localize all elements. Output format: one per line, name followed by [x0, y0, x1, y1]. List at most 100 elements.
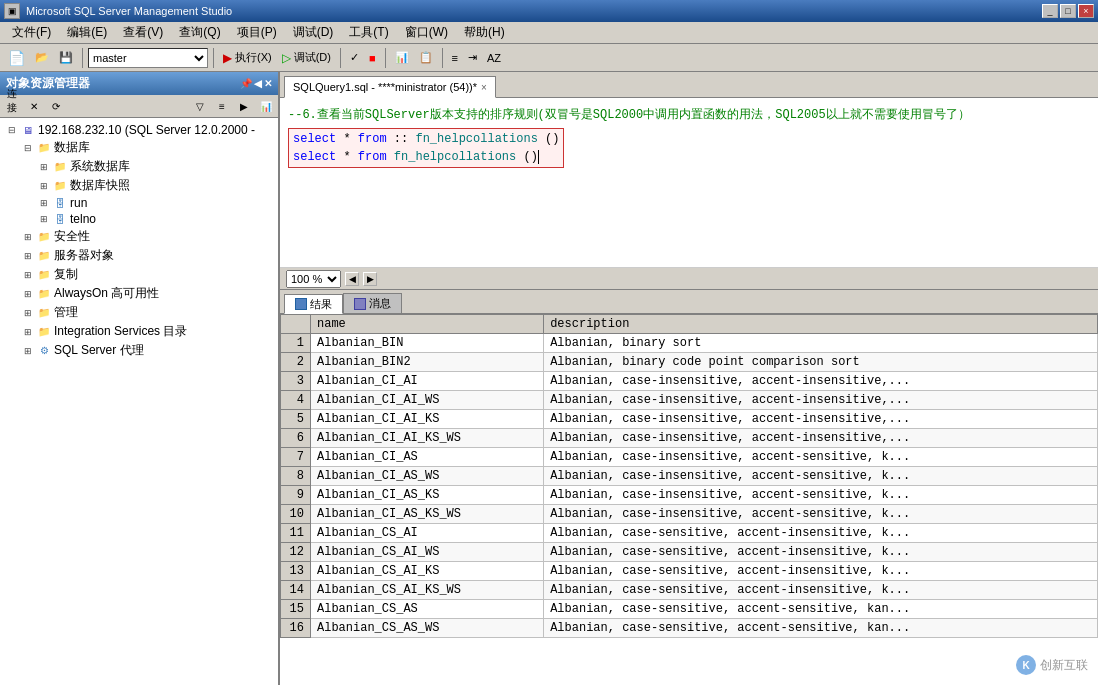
- agent-icon: ⚙: [36, 344, 52, 358]
- menu-file[interactable]: 文件(F): [4, 22, 59, 43]
- indent-btn[interactable]: ⇥: [464, 47, 481, 69]
- tree-alwayson-node[interactable]: ⊞ 📁 AlwaysOn 高可用性: [0, 284, 278, 303]
- start-powershell-btn[interactable]: ▶: [234, 97, 254, 115]
- connect-btn[interactable]: 连接▼: [2, 97, 22, 115]
- tree-replication-node[interactable]: ⊞ 📁 复制: [0, 265, 278, 284]
- results-tab-msg[interactable]: 消息: [343, 293, 402, 313]
- row-description: Albanian, binary sort: [544, 334, 1098, 353]
- main-layout: 对象资源管理器 📌 ◀ ✕ 连接▼ ✕ ⟳ ▽ ≡ ▶ 📊 ⊟ 🖥 192.16…: [0, 72, 1098, 685]
- results-btn[interactable]: 📋: [415, 47, 437, 69]
- row-description: Albanian, case-sensitive, accent-sensiti…: [544, 600, 1098, 619]
- row-name: Albanian_CS_AI_WS: [311, 543, 544, 562]
- zoom-bar: 100 % ◀ ▶: [280, 268, 1098, 290]
- zoom-down-btn[interactable]: ◀: [345, 272, 359, 286]
- zoom-selector[interactable]: 100 %: [286, 270, 341, 288]
- row-num: 16: [281, 619, 311, 638]
- debug-button[interactable]: ▷ 调试(D): [278, 47, 335, 69]
- folder-icon: 📁: [52, 179, 68, 193]
- replication-label: 复制: [54, 266, 78, 283]
- window-controls[interactable]: _ □ ×: [1042, 4, 1094, 18]
- tree-run-node[interactable]: ⊞ 🗄 run: [0, 195, 278, 211]
- row-description: Albanian, case-sensitive, accent-sensiti…: [544, 619, 1098, 638]
- parse-btn[interactable]: ✓: [346, 47, 363, 69]
- cancel-btn[interactable]: ■: [365, 47, 380, 69]
- close-button[interactable]: ×: [1078, 4, 1094, 18]
- row-name: Albanian_CS_AI_KS: [311, 562, 544, 581]
- results-table-container: name description 1Albanian_BINAlbanian, …: [280, 314, 1098, 685]
- debug-label: 调试(D): [294, 50, 331, 65]
- tree-server-objects-node[interactable]: ⊞ 📁 服务器对象: [0, 246, 278, 265]
- app-icon: ▣: [4, 3, 20, 19]
- folder-icon: 📁: [36, 230, 52, 244]
- table-row: 2Albanian_BIN2Albanian, binary code poin…: [281, 353, 1098, 372]
- objects-btn[interactable]: ≡: [212, 97, 232, 115]
- tree-server-node[interactable]: ⊟ 🖥 192.168.232.10 (SQL Server 12.0.2000…: [0, 122, 278, 138]
- tree-management-node[interactable]: ⊞ 📁 管理: [0, 303, 278, 322]
- menu-debug[interactable]: 调试(D): [285, 22, 342, 43]
- query-tab[interactable]: SQLQuery1.sql - ****ministrator (54))* ×: [284, 76, 496, 98]
- open-btn[interactable]: 📂: [31, 47, 53, 69]
- table-row: 10Albanian_CI_AS_KS_WSAlbanian, case-ins…: [281, 505, 1098, 524]
- maximize-button[interactable]: □: [1060, 4, 1076, 18]
- row-num: 14: [281, 581, 311, 600]
- menu-help[interactable]: 帮助(H): [456, 22, 513, 43]
- disconnect-btn[interactable]: ✕: [24, 97, 44, 115]
- menu-view[interactable]: 查看(V): [115, 22, 171, 43]
- alwayson-label: AlwaysOn 高可用性: [54, 285, 159, 302]
- toolbar: 📄 📂 💾 master ▶ 执行(X) ▷ 调试(D) ✓ ■ 📊 📋 ≡ ⇥…: [0, 44, 1098, 72]
- menu-tools[interactable]: 工具(T): [341, 22, 396, 43]
- row-description: Albanian, case-insensitive, accent-sensi…: [544, 505, 1098, 524]
- tree-telno-node[interactable]: ⊞ 🗄 telno: [0, 211, 278, 227]
- menu-edit[interactable]: 编辑(E): [59, 22, 115, 43]
- results-panel: 结果 消息 name description: [280, 290, 1098, 685]
- col-header-description: description: [544, 315, 1098, 334]
- refresh-btn[interactable]: ⟳: [46, 97, 66, 115]
- sep4: [385, 48, 386, 68]
- title-text: Microsoft SQL Server Management Studio: [26, 5, 1036, 17]
- report-btn[interactable]: 📊: [256, 97, 276, 115]
- table-row: 6Albanian_CI_AI_KS_WSAlbanian, case-inse…: [281, 429, 1098, 448]
- query-editor[interactable]: --6.查看当前SQLServer版本支持的排序规则(双冒号是SQL2000中调…: [280, 98, 1098, 268]
- right-panel: SQLQuery1.sql - ****ministrator (54))* ×…: [280, 72, 1098, 685]
- database-selector[interactable]: master: [88, 48, 208, 68]
- row-name: Albanian_CI_AS_KS: [311, 486, 544, 505]
- new-query-btn[interactable]: 📄: [4, 47, 29, 69]
- row-name: Albanian_CS_AI: [311, 524, 544, 543]
- zoom-right-btn[interactable]: ▶: [363, 272, 377, 286]
- menu-window[interactable]: 窗口(W): [397, 22, 456, 43]
- results-tab-label: 结果: [310, 297, 332, 312]
- showplan-btn[interactable]: 📊: [391, 47, 413, 69]
- az-btn[interactable]: AZ: [483, 47, 505, 69]
- format-btn[interactable]: ≡: [448, 47, 462, 69]
- query-tab-bar: SQLQuery1.sql - ****ministrator (54))* ×: [280, 72, 1098, 98]
- query-tab-close[interactable]: ×: [481, 82, 487, 93]
- row-name: Albanian_CI_AI_WS: [311, 391, 544, 410]
- keyword-select2: select: [293, 150, 336, 164]
- row-description: Albanian, case-insensitive, accent-sensi…: [544, 448, 1098, 467]
- expand-icon: ⊞: [36, 214, 52, 224]
- folder-icon: 📁: [36, 141, 52, 155]
- keyword-from2: from: [358, 150, 387, 164]
- minimize-button[interactable]: _: [1042, 4, 1058, 18]
- save-btn[interactable]: 💾: [55, 47, 77, 69]
- menu-query[interactable]: 查询(Q): [171, 22, 228, 43]
- row-name: Albanian_CI_AI_KS_WS: [311, 429, 544, 448]
- panel-pin-btn[interactable]: 📌: [240, 78, 252, 89]
- tree-security-node[interactable]: ⊞ 📁 安全性: [0, 227, 278, 246]
- tree-agent-node[interactable]: ⊞ ⚙ SQL Server 代理: [0, 341, 278, 360]
- tree-databases-node[interactable]: ⊟ 📁 数据库: [0, 138, 278, 157]
- menu-bar: 文件(F) 编辑(E) 查看(V) 查询(Q) 项目(P) 调试(D) 工具(T…: [0, 22, 1098, 44]
- row-num: 10: [281, 505, 311, 524]
- panel-auto-hide-btn[interactable]: ◀: [254, 78, 262, 89]
- filter-btn[interactable]: ▽: [190, 97, 210, 115]
- row-name: Albanian_CS_AS: [311, 600, 544, 619]
- results-tab-bar: 结果 消息: [280, 290, 1098, 314]
- panel-close-btn[interactable]: ✕: [264, 78, 272, 89]
- execute-button[interactable]: ▶ 执行(X): [219, 47, 276, 69]
- tree-system-db-node[interactable]: ⊞ 📁 系统数据库: [0, 157, 278, 176]
- tree-integration-node[interactable]: ⊞ 📁 Integration Services 目录: [0, 322, 278, 341]
- tree-snapshot-node[interactable]: ⊞ 📁 数据库快照: [0, 176, 278, 195]
- menu-project[interactable]: 项目(P): [229, 22, 285, 43]
- results-tab-grid[interactable]: 结果: [284, 294, 343, 314]
- sep5: [442, 48, 443, 68]
